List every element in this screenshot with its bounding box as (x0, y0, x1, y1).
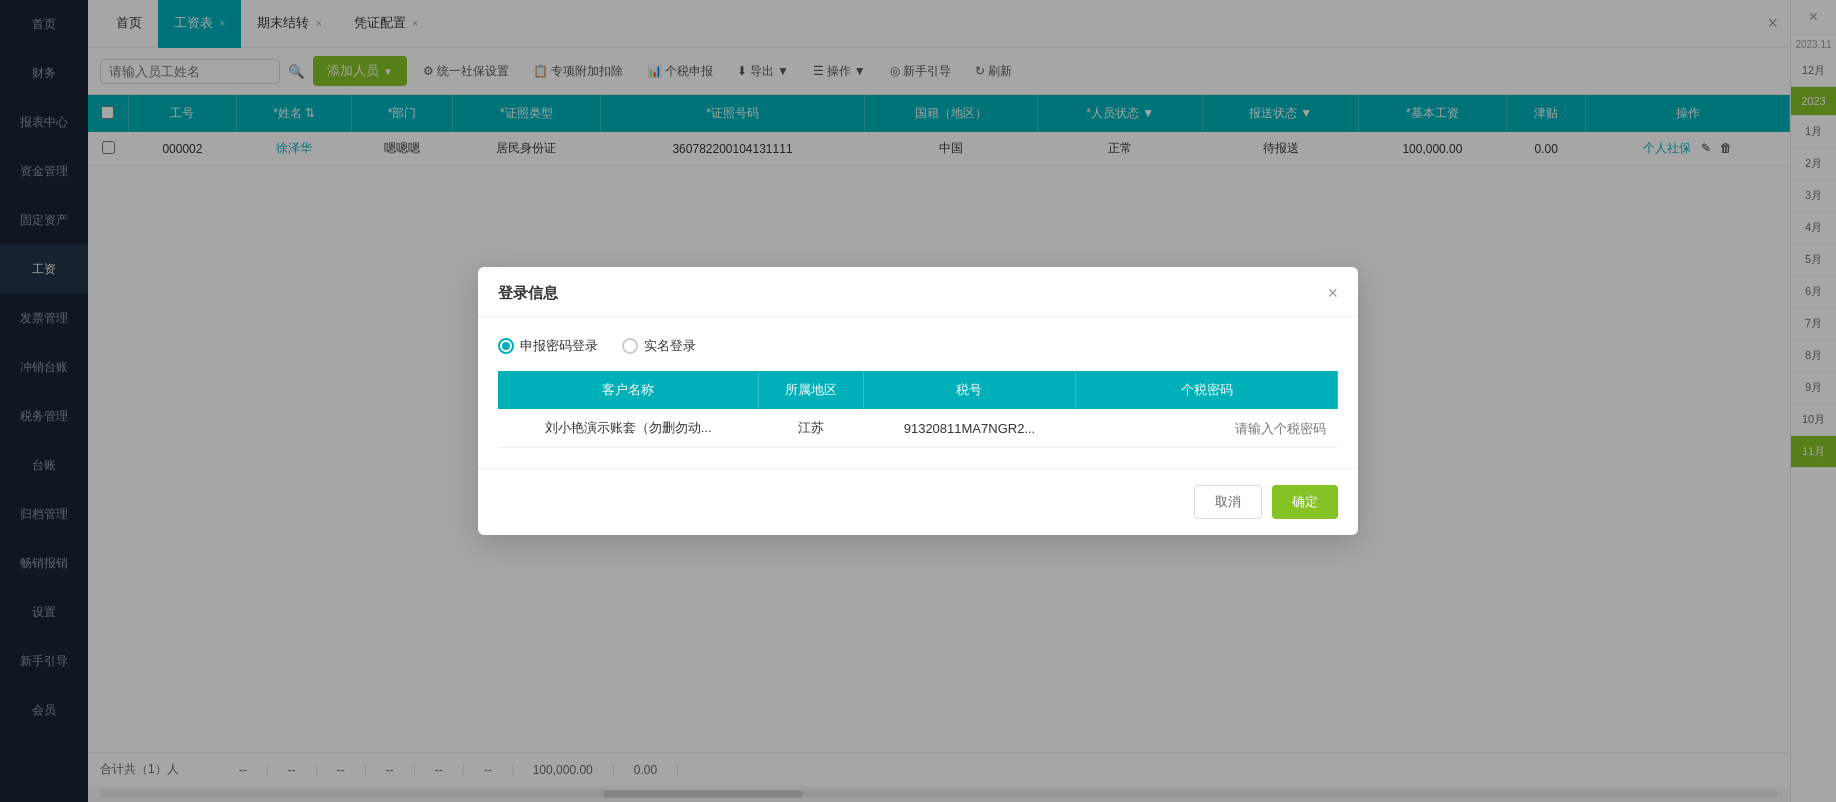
radio-realname-circle (622, 338, 638, 354)
inner-row-tax-id: 91320811MA7NGR2... (863, 409, 1075, 448)
login-method-group: 申报密码登录 实名登录 (498, 337, 1338, 355)
inner-row-tax-password[interactable] (1076, 409, 1338, 448)
dialog-title: 登录信息 (498, 284, 558, 303)
dialog-close-button[interactable]: × (1327, 283, 1338, 304)
radio-realname-label: 实名登录 (644, 337, 696, 355)
radio-password-login[interactable]: 申报密码登录 (498, 337, 598, 355)
cancel-button[interactable]: 取消 (1194, 485, 1262, 519)
inner-table-header-client-name: 客户名称 (498, 371, 758, 409)
inner-table-row: 刘小艳演示账套（勿删勿动... 江苏 91320811MA7NGR2... (498, 409, 1338, 448)
inner-table-header-tax-password: 个税密码 (1076, 371, 1338, 409)
modal-overlay: 登录信息 × 申报密码登录 实名登录 (0, 0, 1836, 802)
inner-row-client-name: 刘小艳演示账套（勿删勿动... (498, 409, 758, 448)
dialog-footer: 取消 确定 (478, 468, 1358, 535)
confirm-button[interactable]: 确定 (1272, 485, 1338, 519)
dialog-body: 申报密码登录 实名登录 客户名称 所属地区 税号 个税密码 (478, 317, 1358, 468)
radio-password-circle (498, 338, 514, 354)
inner-row-region: 江苏 (758, 409, 863, 448)
login-dialog: 登录信息 × 申报密码登录 实名登录 (478, 267, 1358, 535)
inner-table-header-region: 所属地区 (758, 371, 863, 409)
dialog-header: 登录信息 × (478, 267, 1358, 317)
radio-password-label: 申报密码登录 (520, 337, 598, 355)
inner-table-header-tax-id: 税号 (863, 371, 1075, 409)
tax-password-input[interactable] (1088, 421, 1326, 436)
radio-realname-login[interactable]: 实名登录 (622, 337, 696, 355)
login-info-table: 客户名称 所属地区 税号 个税密码 刘小艳演示账套（勿删勿动... 江苏 913… (498, 371, 1338, 448)
